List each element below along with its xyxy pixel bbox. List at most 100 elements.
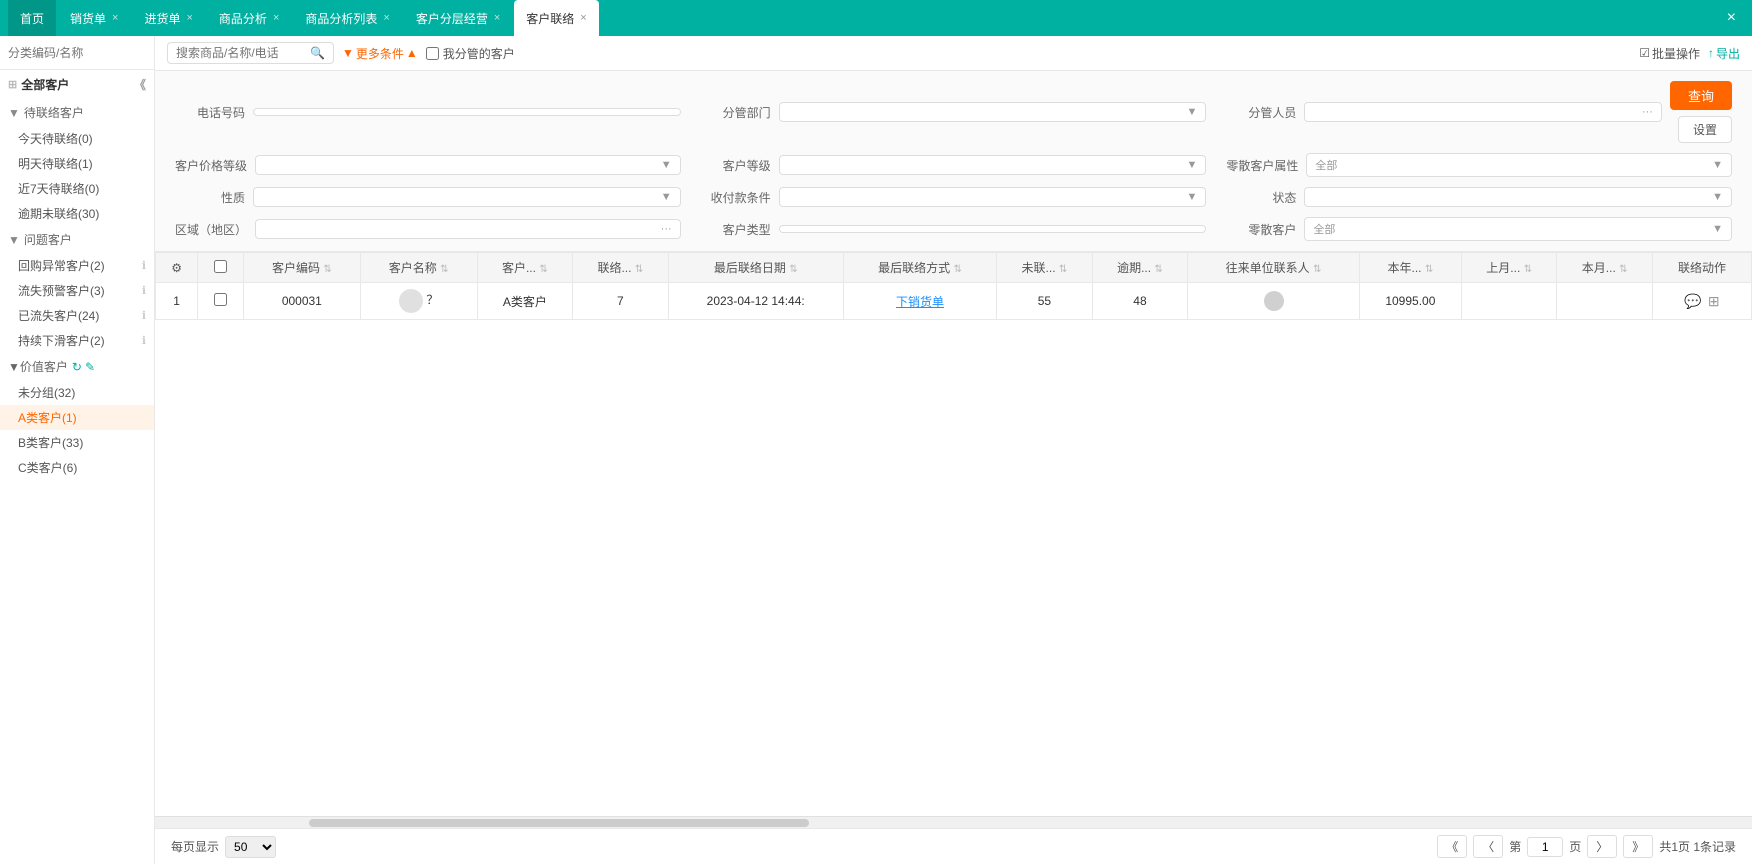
region-input[interactable]: ···	[255, 219, 681, 239]
tab-customer-tier[interactable]: 客户分层经营 ×	[404, 0, 512, 36]
status-select[interactable]: ▼	[1304, 187, 1732, 207]
sidebar-item-class-c[interactable]: C类客户(6)	[0, 455, 154, 480]
search-box: 🔍	[167, 42, 334, 64]
search-icon[interactable]: 🔍	[310, 46, 325, 60]
sidebar-item-declining[interactable]: 持续下滑客户(2) ℹ	[0, 328, 154, 353]
sidebar-item-7days-contact[interactable]: 近7天待联络(0)	[0, 176, 154, 201]
page-number-input[interactable]	[1527, 837, 1563, 857]
nature-select[interactable]: ▼	[253, 187, 681, 207]
col-overdue[interactable]: 逾期... ⇅	[1092, 253, 1188, 283]
edit-icon[interactable]: ✎	[85, 360, 95, 374]
search-button[interactable]: 查询	[1670, 81, 1732, 110]
department-label: 分管部门	[701, 104, 771, 121]
settings-button[interactable]: 设置	[1678, 116, 1732, 143]
sidebar-search-bar: 🔍	[0, 36, 154, 70]
col-checkbox[interactable]	[198, 253, 244, 283]
sidebar: 🔍 ⊞ 全部客户 《 ▼ 待联络客户 今天待联络(0) 明天待联络(1) 近7天…	[0, 36, 155, 864]
tab-goods-analysis[interactable]: 商品分析 ×	[207, 0, 291, 36]
manager-input[interactable]: ···	[1304, 102, 1662, 122]
prev-page-button[interactable]: 〈	[1473, 835, 1503, 858]
phone-input[interactable]	[253, 108, 681, 116]
refresh-icon[interactable]: ↻	[72, 360, 82, 374]
col-not-contacted[interactable]: 未联... ⇅	[997, 253, 1093, 283]
col-last-contact-method[interactable]: 最后联络方式 ⇅	[843, 253, 996, 283]
col-this-month[interactable]: 本月... ⇅	[1557, 253, 1653, 283]
filter-icon: ▼	[342, 46, 354, 60]
row-checkbox[interactable]	[214, 293, 227, 306]
contact-method-link[interactable]: 下销货单	[896, 295, 944, 309]
col-this-year[interactable]: 本年... ⇅	[1359, 253, 1461, 283]
window-close-button[interactable]: ×	[1719, 9, 1744, 27]
sidebar-group-pending-contact[interactable]: ▼ 待联络客户	[0, 99, 154, 126]
retail-attr-value: 全部	[1315, 157, 1337, 173]
col-contact[interactable]: 联络... ⇅	[573, 253, 669, 283]
gear-icon[interactable]: ⚙	[171, 261, 182, 275]
export-icon: ↑	[1708, 46, 1714, 60]
per-page-select[interactable]: 20 50 100	[225, 836, 276, 858]
tab-purchase-close[interactable]: ×	[186, 12, 192, 24]
page-label: 第	[1509, 838, 1521, 855]
retail-attr-label: 零散客户属性	[1226, 157, 1298, 174]
tab-customer-tier-close[interactable]: ×	[494, 12, 500, 24]
col-gear[interactable]: ⚙	[156, 253, 198, 283]
sidebar-item-overdue-contact[interactable]: 逾期未联络(30)	[0, 201, 154, 226]
row-name: ？	[360, 283, 477, 320]
export-button[interactable]: ↑ 导出	[1708, 45, 1740, 62]
sidebar-item-repurchase-anomaly[interactable]: 回购异常客户(2) ℹ	[0, 253, 154, 278]
next-page-button[interactable]: 〉	[1587, 835, 1617, 858]
sidebar-item-ungrouped[interactable]: 未分组(32)	[0, 380, 154, 405]
customer-type-input[interactable]	[779, 225, 1207, 233]
sidebar-item-churn-warning[interactable]: 流失预警客户(3) ℹ	[0, 278, 154, 303]
tab-goods-analysis-list[interactable]: 商品分析列表 ×	[293, 0, 401, 36]
col-unit-contact[interactable]: 往来单位联系人 ⇅	[1188, 253, 1360, 283]
sidebar-group-problem-customers[interactable]: ▼ 问题客户	[0, 226, 154, 253]
sidebar-collapse-button[interactable]: 《	[134, 76, 146, 93]
tab-home[interactable]: 首页	[8, 0, 56, 36]
search-input[interactable]	[176, 46, 306, 60]
more-conditions-button[interactable]: ▼ 更多条件 ▲	[342, 45, 418, 62]
customer-level-select[interactable]: ▼	[779, 155, 1207, 175]
sidebar-item-class-b[interactable]: B类客户(33)	[0, 430, 154, 455]
payment-terms-select[interactable]: ▼	[779, 187, 1207, 207]
chat-icon[interactable]: 💬	[1684, 293, 1701, 310]
sidebar-item-churned[interactable]: 已流失客户(24) ℹ	[0, 303, 154, 328]
per-page-selector: 每页显示 20 50 100	[171, 836, 276, 858]
grid-icon[interactable]: ⊞	[1708, 293, 1720, 310]
sidebar-item-class-a[interactable]: A类客户(1)	[0, 405, 154, 430]
department-select[interactable]: ▼	[779, 102, 1207, 122]
first-page-button[interactable]: 《	[1437, 835, 1467, 858]
tab-customer-contact-close[interactable]: ×	[580, 12, 586, 24]
row-last-contact-method[interactable]: 下销货单	[843, 283, 996, 320]
select-all-checkbox[interactable]	[214, 260, 227, 273]
sidebar-item-today-contact[interactable]: 今天待联络(0)	[0, 126, 154, 151]
tab-customer-contact[interactable]: 客户联络 ×	[514, 0, 598, 36]
more-conditions-label: 更多条件	[356, 45, 404, 62]
row-checkbox-cell[interactable]	[198, 283, 244, 320]
tab-sales[interactable]: 销货单 ×	[58, 0, 130, 36]
row-actions: 💬 ⊞	[1652, 283, 1751, 320]
my-customer-checkbox[interactable]: 我分管的客户	[426, 45, 515, 62]
col-code[interactable]: 客户编码 ⇅	[243, 253, 360, 283]
tab-sales-close[interactable]: ×	[112, 12, 118, 24]
col-name[interactable]: 客户名称 ⇅	[360, 253, 477, 283]
tab-purchase[interactable]: 进货单 ×	[132, 0, 204, 36]
my-customer-check[interactable]	[426, 47, 439, 60]
retail-customer-select[interactable]: 全部 ▼	[1304, 217, 1732, 241]
row-this-month	[1557, 283, 1653, 320]
sidebar-search-input[interactable]	[8, 46, 155, 60]
col-last-month[interactable]: 上月... ⇅	[1461, 253, 1557, 283]
sidebar-group-value-customers[interactable]: ▼ 价值客户 ↻ ✎	[0, 353, 154, 380]
sidebar-item-tomorrow-contact[interactable]: 明天待联络(1)	[0, 151, 154, 176]
scroll-thumb[interactable]	[309, 819, 809, 827]
col-last-contact-date[interactable]: 最后联络日期 ⇅	[668, 253, 843, 283]
batch-operation-button[interactable]: ☑ 批量操作	[1639, 45, 1700, 62]
filter-row-retail-customer: 零散客户 全部 ▼	[1226, 217, 1732, 241]
price-level-select[interactable]: ▼	[255, 155, 681, 175]
horizontal-scrollbar[interactable]	[155, 816, 1752, 828]
row-this-year: 10995.00	[1359, 283, 1461, 320]
tab-goods-analysis-close[interactable]: ×	[273, 12, 279, 24]
col-type[interactable]: 客户... ⇅	[477, 253, 573, 283]
retail-attr-select[interactable]: 全部 ▼	[1306, 153, 1732, 177]
last-page-button[interactable]: 》	[1623, 835, 1653, 858]
tab-goods-analysis-list-close[interactable]: ×	[383, 12, 389, 24]
